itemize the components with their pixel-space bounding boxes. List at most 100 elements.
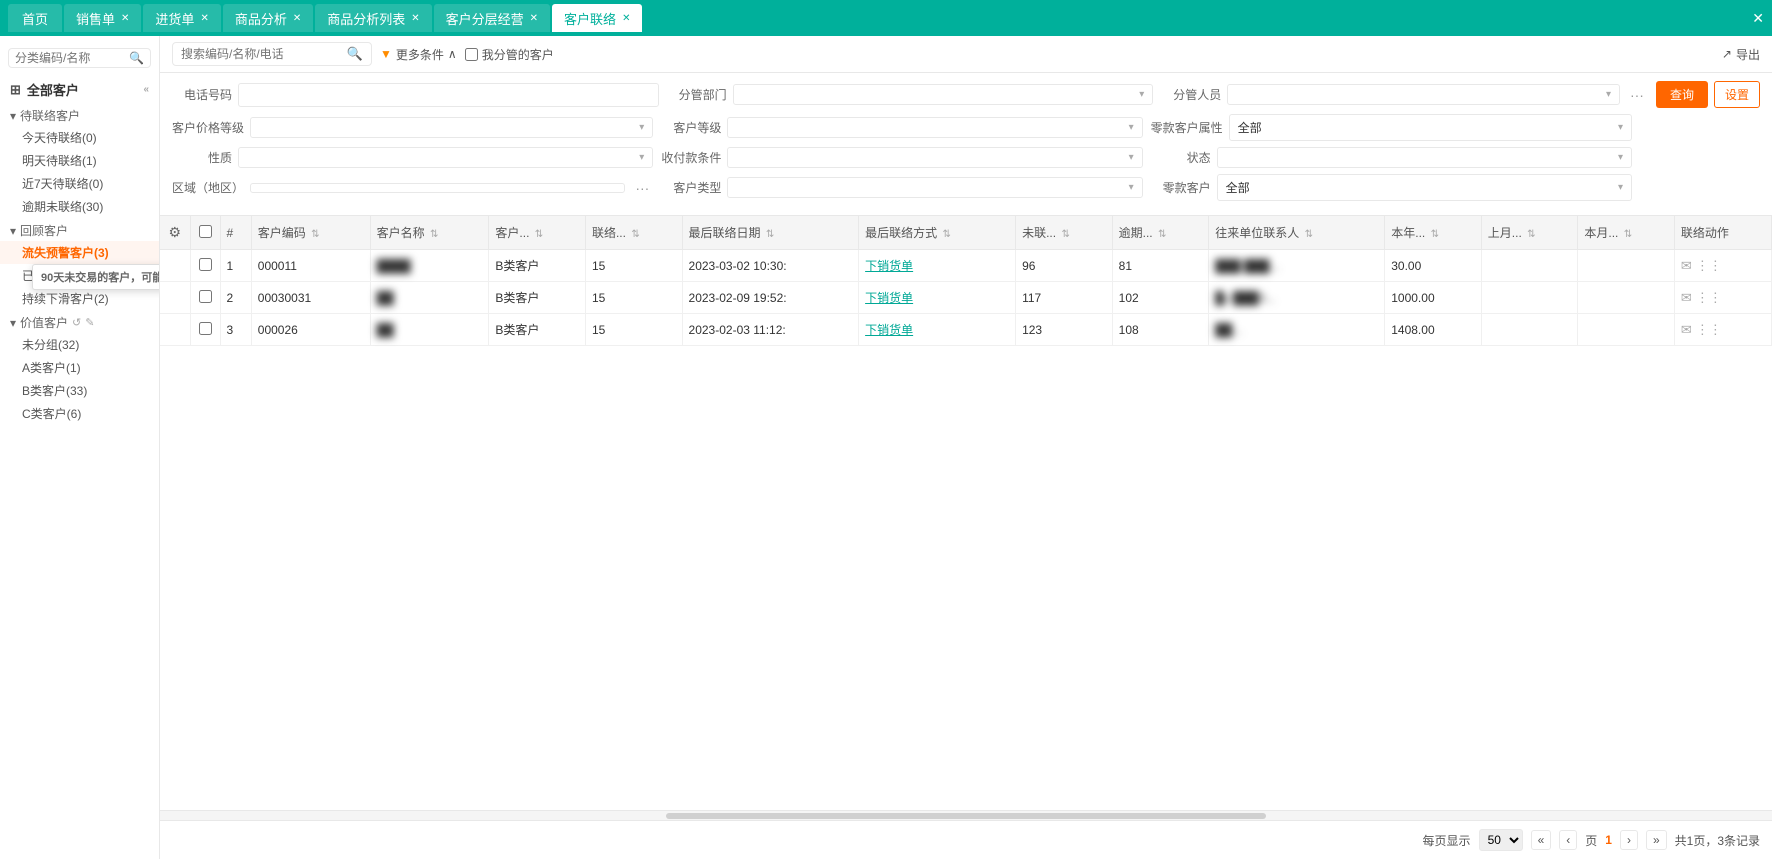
sidebar-item-today[interactable]: 今天待联络(0) [0, 126, 159, 149]
sidebar-collapse-btn[interactable]: « [143, 84, 149, 95]
tab-sales[interactable]: 销售单 ✕ [64, 4, 141, 32]
filter-price-tier-select[interactable]: ▾ [250, 117, 653, 138]
table-header-name[interactable]: 客户名称 ⇅ [370, 216, 489, 250]
more-action-icon[interactable]: ⋮⋮ [1696, 258, 1722, 274]
row-checkbox-cell[interactable] [190, 282, 220, 314]
sidebar-item-class-b[interactable]: B类客户(33) [0, 379, 159, 402]
filter-retail-attr-select[interactable]: 全部 ▾ [1229, 114, 1632, 141]
row-checkbox[interactable] [199, 290, 212, 303]
row-action[interactable]: ✉ ⋮⋮ [1674, 282, 1771, 314]
contact-action-icon[interactable]: ✉ [1681, 322, 1692, 338]
more-action-icon[interactable]: ⋮⋮ [1696, 290, 1722, 306]
col-this-month-sort-icon[interactable]: ⇅ [1624, 229, 1632, 240]
table-header-overdue[interactable]: 逾期... ⇅ [1112, 216, 1209, 250]
row-checkbox-cell[interactable] [190, 314, 220, 346]
tab-sales-close[interactable]: ✕ [121, 13, 129, 24]
tab-customer-segment[interactable]: 客户分层经营 ✕ [434, 4, 550, 32]
table-header-category[interactable]: 客户... ⇅ [489, 216, 586, 250]
tab-product-analysis-close[interactable]: ✕ [293, 13, 301, 24]
more-action-icon[interactable]: ⋮⋮ [1696, 322, 1722, 338]
filter-phone-input[interactable] [238, 83, 659, 107]
col-code-sort-icon[interactable]: ⇅ [311, 229, 319, 240]
sidebar-search-icon[interactable]: 🔍 [129, 51, 144, 65]
col-last-date-sort-icon[interactable]: ⇅ [766, 229, 774, 240]
value-refresh-icon[interactable]: ↺ [72, 316, 81, 329]
settings-button[interactable]: 设置 [1714, 81, 1760, 108]
row-last-contact-method[interactable]: 下销货单 [859, 250, 1016, 282]
filter-region-dots[interactable]: ··· [631, 180, 653, 196]
col-contact-count-sort-icon[interactable]: ⇅ [631, 229, 639, 240]
col-unit-contacts-sort-icon[interactable]: ⇅ [1305, 229, 1313, 240]
sidebar-item-class-c[interactable]: C类客户(6) [0, 402, 159, 425]
filter-customer-type-select[interactable]: ▾ [727, 177, 1142, 198]
table-header-contact-count[interactable]: 联络... ⇅ [585, 216, 682, 250]
toolbar-search-input[interactable] [181, 47, 347, 61]
sidebar-item-at-risk[interactable]: 流失预警客户(3) 90天未交易的客户，可能有流失风险。 [0, 241, 159, 264]
export-btn[interactable]: ↗ 导出 [1722, 46, 1760, 63]
col-name-sort-icon[interactable]: ⇅ [430, 229, 438, 240]
row-name[interactable]: ██ [370, 282, 489, 314]
column-settings-icon[interactable]: ⚙ [168, 224, 181, 240]
table-header-not-contacted[interactable]: 未联... ⇅ [1016, 216, 1113, 250]
horizontal-scrollbar[interactable] [160, 810, 1772, 820]
table-header-checkbox-cell[interactable] [190, 216, 220, 250]
filter-dept-select[interactable]: ▾ [733, 84, 1154, 105]
first-page-btn[interactable]: « [1531, 830, 1552, 850]
tab-customer-contact-close[interactable]: ✕ [622, 13, 630, 24]
col-this-year-sort-icon[interactable]: ⇅ [1431, 229, 1439, 240]
table-header-this-year[interactable]: 本年... ⇅ [1385, 216, 1482, 250]
filter-manager-select[interactable]: ▾ [1227, 84, 1620, 105]
sidebar-item-unclassified[interactable]: 未分组(32) [0, 333, 159, 356]
row-checkbox[interactable] [199, 258, 212, 271]
sidebar-search-box[interactable]: 🔍 [8, 48, 151, 68]
tab-product-analysis-list[interactable]: 商品分析列表 ✕ [315, 4, 431, 32]
table-header-this-month[interactable]: 本月... ⇅ [1578, 216, 1675, 250]
filter-payment-select[interactable]: ▾ [727, 147, 1142, 168]
row-last-contact-method[interactable]: 下销货单 [859, 314, 1016, 346]
tab-product-analysis[interactable]: 商品分析 ✕ [223, 4, 313, 32]
next-page-btn[interactable]: › [1620, 830, 1638, 850]
table-select-all-checkbox[interactable] [199, 225, 212, 238]
col-last-method-sort-icon[interactable]: ⇅ [942, 229, 950, 240]
row-action[interactable]: ✉ ⋮⋮ [1674, 250, 1771, 282]
filter-manager-dots[interactable]: ··· [1626, 87, 1648, 103]
col-overdue-sort-icon[interactable]: ⇅ [1158, 229, 1166, 240]
prev-page-btn[interactable]: ‹ [1559, 830, 1577, 850]
row-name[interactable]: ██ [370, 314, 489, 346]
query-button[interactable]: 查询 [1656, 81, 1708, 108]
filter-retail-customer-select[interactable]: 全部 ▾ [1217, 174, 1632, 201]
sidebar-item-already-lost[interactable]: 已流失客户(24) [0, 264, 159, 287]
table-header-unit-contacts[interactable]: 往来单位联系人 ⇅ [1209, 216, 1385, 250]
window-close-button[interactable]: ✕ [1752, 10, 1764, 27]
sidebar-item-tomorrow[interactable]: 明天待联络(1) [0, 149, 159, 172]
sidebar-item-overdue[interactable]: 逾期未联络(30) [0, 195, 159, 218]
sidebar-item-7days[interactable]: 近7天待联络(0) [0, 172, 159, 195]
row-action[interactable]: ✉ ⋮⋮ [1674, 314, 1771, 346]
sidebar-item-class-a[interactable]: A类客户(1) [0, 356, 159, 379]
filter-status-select[interactable]: ▾ [1217, 147, 1632, 168]
last-page-btn[interactable]: » [1646, 830, 1667, 850]
table-header-last-method[interactable]: 最后联络方式 ⇅ [859, 216, 1016, 250]
tab-purchase[interactable]: 进货单 ✕ [143, 4, 220, 32]
sidebar-group-pending[interactable]: ▾ 待联络客户 [0, 103, 159, 126]
table-header-last-date[interactable]: 最后联络日期 ⇅ [682, 216, 859, 250]
sidebar-search-input[interactable] [15, 51, 129, 65]
toolbar-search-icon[interactable]: 🔍 [347, 46, 363, 62]
contact-action-icon[interactable]: ✉ [1681, 290, 1692, 306]
value-edit-icon[interactable]: ✎ [85, 316, 94, 329]
scrollbar-thumb[interactable] [666, 813, 1266, 819]
row-last-contact-method[interactable]: 下销货单 [859, 282, 1016, 314]
sidebar-group-value[interactable]: ▾ 价值客户 ↺ ✎ [0, 310, 159, 333]
my-customers-checkbox[interactable] [465, 48, 478, 61]
sidebar-all-customers[interactable]: ⊞ 全部客户 « [0, 76, 159, 103]
contact-action-icon[interactable]: ✉ [1681, 258, 1692, 274]
col-not-contacted-sort-icon[interactable]: ⇅ [1061, 229, 1069, 240]
contact-method-link[interactable]: 下销货单 [865, 291, 913, 305]
table-header-code[interactable]: 客户编码 ⇅ [251, 216, 370, 250]
row-checkbox-cell[interactable] [190, 250, 220, 282]
contact-method-link[interactable]: 下销货单 [865, 259, 913, 273]
filter-nature-select[interactable]: ▾ [238, 147, 653, 168]
toolbar-search-box[interactable]: 🔍 [172, 42, 372, 66]
sidebar-item-declining[interactable]: 持续下滑客户(2) [0, 287, 159, 310]
sidebar-group-lost[interactable]: ▾ 回顾客户 [0, 218, 159, 241]
